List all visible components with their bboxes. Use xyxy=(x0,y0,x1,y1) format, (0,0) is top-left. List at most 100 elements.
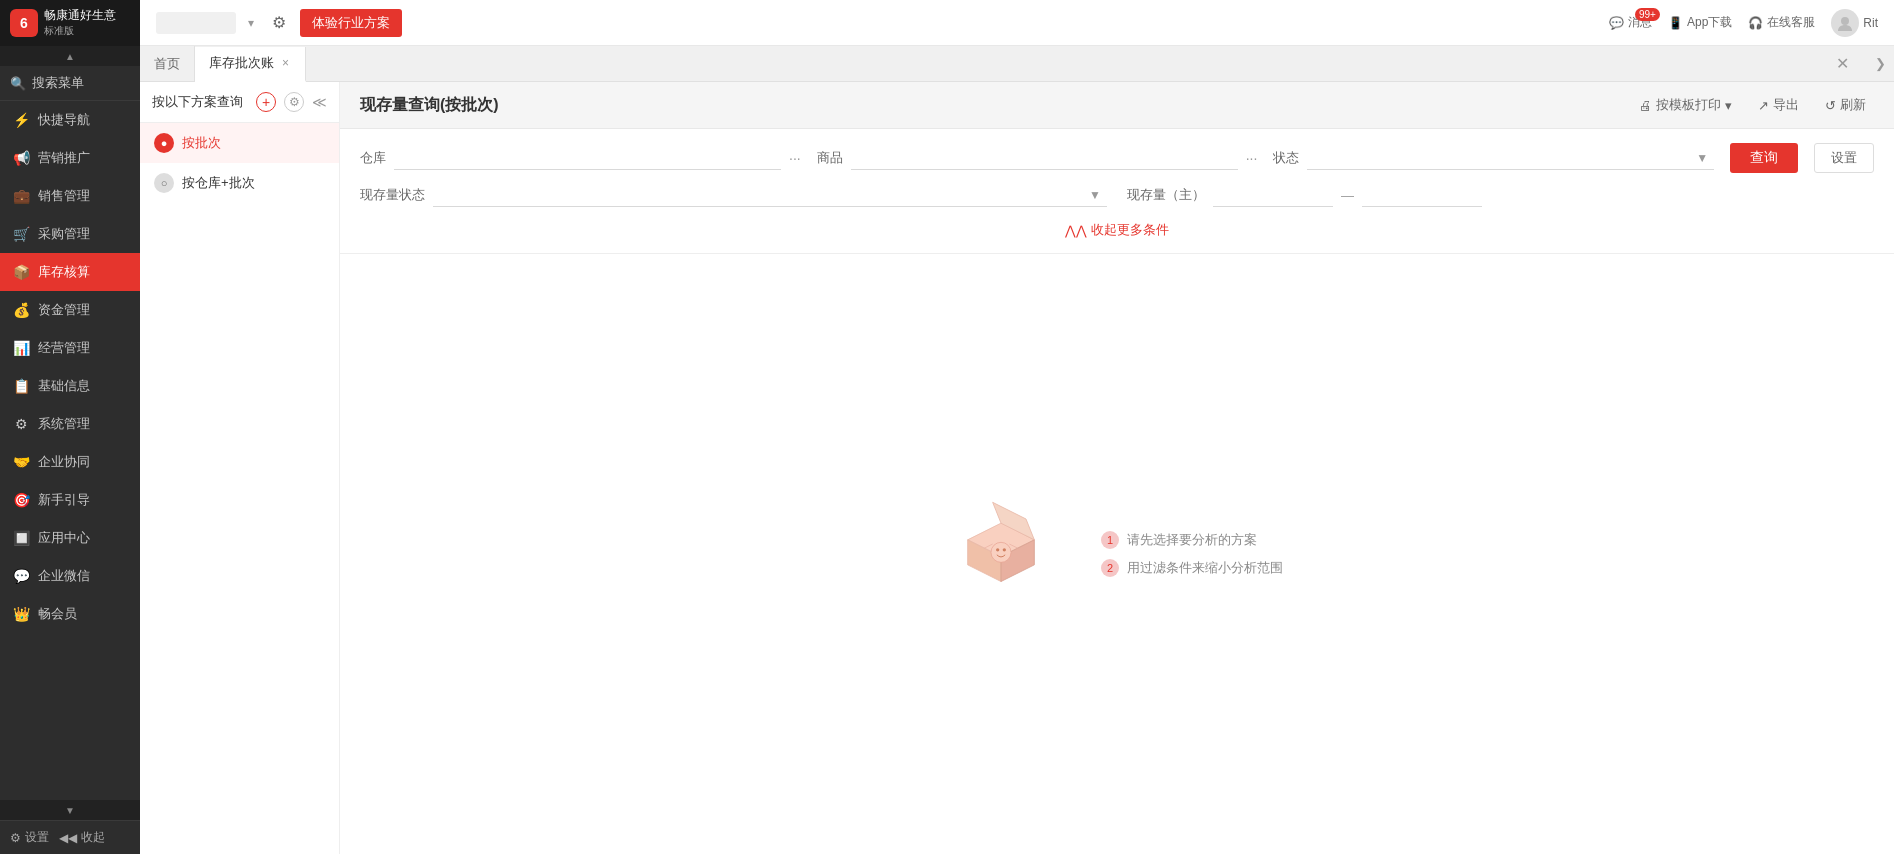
sidebar-item-经营管理[interactable]: 📊 经营管理 xyxy=(0,329,140,367)
print-btn[interactable]: 🖨 按模板打印 ▾ xyxy=(1631,92,1740,118)
hint-number-2: 2 xyxy=(1101,559,1119,577)
empty-hint-2: 2 用过滤条件来缩小分析范围 xyxy=(1101,559,1283,577)
search-icon: 🔍 xyxy=(10,76,26,91)
svg-point-0 xyxy=(1841,17,1849,25)
sidebar-settings-btn[interactable]: ⚙ 设置 xyxy=(10,829,49,846)
sidebar-item-基础信息[interactable]: 📋 基础信息 xyxy=(0,367,140,405)
svg-point-5 xyxy=(991,542,1011,562)
filter-panel-collapse-btn[interactable]: ≪ xyxy=(312,94,327,110)
sidebar-item-icon: 🛒 xyxy=(12,225,30,243)
sidebar-item-畅会员[interactable]: 👑 畅会员 xyxy=(0,595,140,633)
filter-scheme-settings-btn[interactable]: ⚙ xyxy=(284,92,304,112)
sidebar-item-icon: 📦 xyxy=(12,263,30,281)
sidebar-search-label: 搜索菜单 xyxy=(32,74,84,92)
sidebar-menu: 🔍 搜索菜单 ⚡ 快捷导航 📢 营销推广 💼 销售管理 🛒 采购管理 📦 库存核… xyxy=(0,66,140,800)
avatar xyxy=(1831,9,1859,37)
scheme-icon-1: ○ xyxy=(154,173,174,193)
topbar-user-area[interactable]: Rit xyxy=(1831,9,1878,37)
settings-icon: ⚙ xyxy=(10,831,21,845)
sidebar-item-采购管理[interactable]: 🛒 采购管理 xyxy=(0,215,140,253)
empty-text-area: 1 请先选择要分析的方案 2 用过滤条件来缩小分析范围 xyxy=(1101,531,1283,577)
collapse-more-btn[interactable]: ⋀⋀ 收起更多条件 xyxy=(360,215,1874,245)
sidebar-scroll-up[interactable]: ▲ xyxy=(0,46,140,66)
sidebar-item-label: 采购管理 xyxy=(38,225,90,243)
sidebar-item-label: 系统管理 xyxy=(38,415,90,433)
export-label: 导出 xyxy=(1773,96,1799,114)
filter-stock-qty-max[interactable] xyxy=(1362,183,1482,207)
empty-hint-1: 1 请先选择要分析的方案 xyxy=(1101,531,1283,549)
export-btn[interactable]: ↗ 导出 xyxy=(1750,92,1807,118)
sidebar-item-企业微信[interactable]: 💬 企业微信 xyxy=(0,557,140,595)
filter-product-label: 商品 xyxy=(817,149,843,167)
experience-btn[interactable]: 体验行业方案 xyxy=(300,9,402,37)
sidebar-item-label: 企业协同 xyxy=(38,453,90,471)
tab-close-btn[interactable]: × xyxy=(280,56,291,70)
filter-product-input[interactable] xyxy=(851,146,1238,170)
filter-warehouse-group: 仓库 ··· xyxy=(360,146,801,170)
print-dropdown-icon: ▾ xyxy=(1725,98,1732,113)
empty-state: 1 请先选择要分析的方案 2 用过滤条件来缩小分析范围 xyxy=(340,254,1894,854)
filter-status-select[interactable]: ▼ xyxy=(1307,147,1714,170)
filter-stock-qty-label: 现存量（主） xyxy=(1127,186,1205,204)
sidebar-item-label: 资金管理 xyxy=(38,301,90,319)
topbar-app-download-label: App下载 xyxy=(1687,14,1732,31)
page-title: 现存量查询(按批次) xyxy=(360,95,499,116)
filter-status-label: 状态 xyxy=(1273,149,1299,167)
warehouse-more-icon[interactable]: ··· xyxy=(789,150,801,166)
refresh-label: 刷新 xyxy=(1840,96,1866,114)
topbar-gear-btn[interactable]: ⚙ xyxy=(266,11,292,34)
scheme-icon-0: ● xyxy=(154,133,174,153)
sidebar-item-icon: 💼 xyxy=(12,187,30,205)
sidebar-item-icon: 🔲 xyxy=(12,529,30,547)
topbar-breadcrumb-area: ▾ ⚙ 体验行业方案 xyxy=(156,9,1597,37)
tab-inventory-batch[interactable]: 库存批次账 × xyxy=(195,47,306,82)
sidebar-item-新手引导[interactable]: 🎯 新手引导 xyxy=(0,481,140,519)
product-more-icon[interactable]: ··· xyxy=(1246,150,1258,166)
sidebar-item-应用中心[interactable]: 🔲 应用中心 xyxy=(0,519,140,557)
topbar-app-download-btn[interactable]: 📱 App下载 xyxy=(1668,14,1732,31)
sidebar-bottom: ⚙ 设置 ◀◀ 收起 xyxy=(0,820,140,854)
filter-add-btn[interactable]: + xyxy=(256,92,276,112)
tabbar: 首页 库存批次账 × ✕ ❯ xyxy=(140,46,1894,82)
sidebar-item-快捷导航[interactable]: ⚡ 快捷导航 xyxy=(0,101,140,139)
filter-stock-qty-min[interactable] xyxy=(1213,183,1333,207)
sidebar: 6 畅康通好生意 标准版 ▲ 🔍 搜索菜单 ⚡ 快捷导航 📢 营销推广 💼 销售… xyxy=(0,0,140,854)
filter-warehouse-input[interactable] xyxy=(394,146,781,170)
filter-schemes-container: ● 按批次 ○ 按仓库+批次 xyxy=(140,123,339,203)
filter-stock-status-select[interactable]: ▼ xyxy=(433,184,1107,207)
sidebar-item-企业协同[interactable]: 🤝 企业协同 xyxy=(0,443,140,481)
settings-btn[interactable]: 设置 xyxy=(1814,143,1874,173)
tab-home[interactable]: 首页 xyxy=(140,46,195,81)
topbar-search-input[interactable] xyxy=(156,12,236,34)
topbar-online-service-btn[interactable]: 🎧 在线客服 xyxy=(1748,14,1815,31)
sidebar-item-icon: 💬 xyxy=(12,567,30,585)
query-btn[interactable]: 查询 xyxy=(1730,143,1798,173)
sidebar-item-销售管理[interactable]: 💼 销售管理 xyxy=(0,177,140,215)
topbar-message-btn[interactable]: 💬 消息 99+ xyxy=(1609,14,1652,31)
sidebar-item-库存核算[interactable]: 📦 库存核算 xyxy=(0,253,140,291)
topbar-dropdown-btn[interactable]: ▾ xyxy=(244,14,258,32)
refresh-icon: ↺ xyxy=(1825,98,1836,113)
tab-panel-close-btn[interactable]: ✕ xyxy=(1822,46,1863,81)
sidebar-collapse-label: 收起 xyxy=(81,829,105,846)
tab-expand-btn[interactable]: ❯ xyxy=(1867,46,1894,81)
hint-text-1: 请先选择要分析的方案 xyxy=(1127,531,1257,549)
sidebar-scroll-down[interactable]: ▼ xyxy=(0,800,140,820)
filter-scheme-0[interactable]: ● 按批次 xyxy=(140,123,339,163)
collapse-icon: ◀◀ xyxy=(59,831,77,845)
sidebar-collapse-btn[interactable]: ◀◀ 收起 xyxy=(59,829,105,846)
sidebar-item-资金管理[interactable]: 💰 资金管理 xyxy=(0,291,140,329)
sidebar-item-营销推广[interactable]: 📢 营销推广 xyxy=(0,139,140,177)
filter-row-1: 仓库 ··· 商品 ··· 状态 ▼ xyxy=(360,143,1874,173)
refresh-btn[interactable]: ↺ 刷新 xyxy=(1817,92,1874,118)
page-header-actions: 🖨 按模板打印 ▾ ↗ 导出 ↺ 刷新 xyxy=(1631,92,1874,118)
message-badge: 99+ xyxy=(1635,8,1660,21)
topbar-online-service-label: 在线客服 xyxy=(1767,14,1815,31)
filter-product-group: 商品 ··· xyxy=(817,146,1258,170)
sidebar-item-系统管理[interactable]: ⚙ 系统管理 xyxy=(0,405,140,443)
sidebar-settings-label: 设置 xyxy=(25,829,49,846)
filter-scheme-1[interactable]: ○ 按仓库+批次 xyxy=(140,163,339,203)
sidebar-search[interactable]: 🔍 搜索菜单 xyxy=(0,66,140,101)
status-arrow: ▼ xyxy=(1696,151,1708,165)
sidebar-item-label: 畅会员 xyxy=(38,605,77,623)
